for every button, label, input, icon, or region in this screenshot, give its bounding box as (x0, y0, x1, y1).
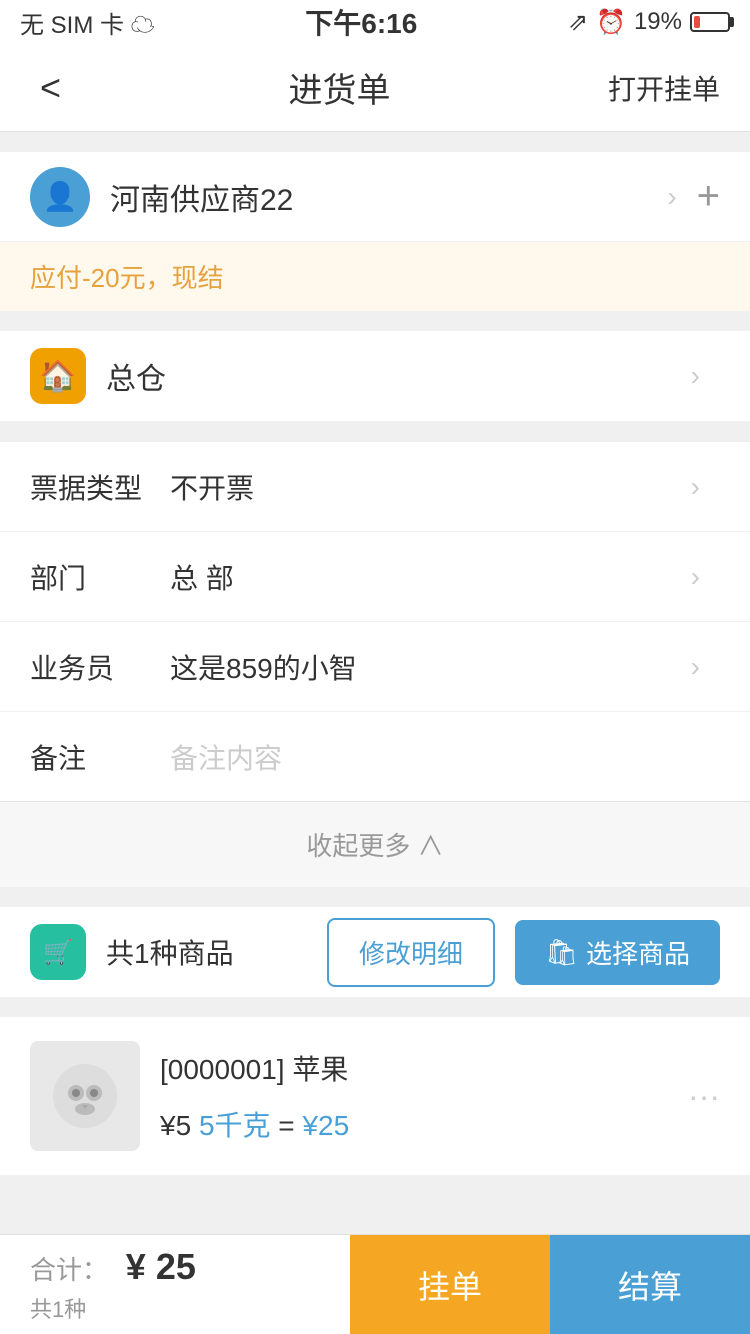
gap-2 (0, 311, 750, 331)
agent-arrow-icon: › (691, 651, 700, 683)
dept-row[interactable]: 部门 总 部 › (0, 531, 750, 621)
warehouse-section[interactable]: 🏠 总仓 › (0, 331, 750, 421)
supplier-row[interactable]: 👤 河南供应商22 › + (0, 152, 750, 242)
supplier-avatar: 👤 (30, 167, 90, 227)
remark-placeholder: 备注内容 (170, 737, 720, 777)
product-thumbnail (30, 1041, 140, 1151)
products-header: 🛒 共1种商品 修改明细 🛍 选择商品 (0, 907, 750, 997)
hang-button[interactable]: 挂单 (350, 1235, 550, 1334)
battery-text: 19% (634, 8, 682, 36)
equals-sign: = (278, 1110, 302, 1141)
warehouse-row[interactable]: 🏠 总仓 › (0, 331, 750, 421)
products-icon: 🛒 (30, 924, 86, 980)
invoice-value: 不开票 (170, 467, 691, 507)
dept-label: 部门 (30, 557, 170, 597)
add-supplier-button[interactable]: + (697, 174, 720, 219)
location-icon: ⇗ (568, 8, 588, 37)
gap-1 (0, 132, 750, 152)
agent-row[interactable]: 业务员 这是859的小智 › (0, 621, 750, 711)
page-title: 进货单 (289, 63, 391, 112)
invoice-row[interactable]: 票据类型 不开票 › (0, 441, 750, 531)
dept-arrow-icon: › (691, 561, 700, 593)
sim-status: 无 SIM 卡 ☁ (20, 5, 155, 40)
nav-bar: < 进货单 打开挂单 (0, 44, 750, 132)
agent-value: 这是859的小智 (170, 647, 691, 687)
supplier-name: 河南供应商22 (110, 175, 667, 219)
battery-icon (690, 12, 730, 32)
products-count: 共1种商品 (106, 932, 307, 972)
product-qty: 5千克 (199, 1110, 271, 1141)
open-pending-button[interactable]: 打开挂单 (608, 68, 720, 108)
checkout-button[interactable]: 结算 (550, 1235, 750, 1334)
product-info: [0000001] 苹果 ¥5 5千克 = ¥25 (160, 1048, 668, 1144)
owl-icon (50, 1061, 120, 1131)
warehouse-icon: 🏠 (30, 348, 86, 404)
cart-icon: 🛒 (43, 938, 73, 967)
total-section: 合计： ¥ 25 共1种 (0, 1246, 350, 1324)
product-code: [0000001] (160, 1054, 285, 1085)
status-right: ⇗ ⏰ 19% (568, 8, 730, 37)
supplier-arrow-icon: › (667, 181, 676, 213)
select-goods-label: 选择商品 (586, 934, 690, 971)
remark-row[interactable]: 备注 备注内容 (0, 711, 750, 801)
product-thumb-placeholder (41, 1052, 129, 1140)
avatar-icon: 👤 (43, 180, 78, 213)
form-section: 票据类型 不开票 › 部门 总 部 › 业务员 这是859的小智 › 备注 备注… (0, 441, 750, 801)
total-count: 共1种 (30, 1292, 320, 1324)
gap-3 (0, 421, 750, 441)
select-goods-button[interactable]: 🛍 选择商品 (515, 920, 720, 985)
edit-details-button[interactable]: 修改明细 (327, 918, 495, 987)
status-time: 下午6:16 (305, 2, 417, 42)
bottom-bar: 合计： ¥ 25 共1种 挂单 结算 (0, 1234, 750, 1334)
product-more-button[interactable]: ··· (688, 1078, 720, 1115)
product-price: ¥5 5千克 = ¥25 (160, 1104, 668, 1144)
dept-value: 总 部 (170, 557, 691, 597)
warehouse-name: 总仓 (106, 354, 691, 398)
status-left: 无 SIM 卡 ☁ (20, 5, 155, 40)
unit-price: ¥5 (160, 1110, 191, 1141)
product-total: ¥25 (302, 1110, 349, 1141)
total-amount: ¥ 25 (126, 1246, 196, 1287)
total-label: 合计： (30, 1255, 108, 1285)
status-bar: 无 SIM 卡 ☁ 下午6:16 ⇗ ⏰ 19% (0, 0, 750, 44)
warehouse-symbol: 🏠 (39, 359, 76, 394)
product-item: [0000001] 苹果 ¥5 5千克 = ¥25 ··· (0, 1017, 750, 1175)
supplier-section: 👤 河南供应商22 › + 应付-20元，现结 (0, 152, 750, 311)
product-name: [0000001] 苹果 (160, 1048, 668, 1088)
notice-bar: 应付-20元，现结 (0, 242, 750, 311)
alarm-icon: ⏰ (596, 8, 626, 37)
collapse-bar[interactable]: 收起更多 ∧ (0, 801, 750, 887)
gap-4 (0, 887, 750, 907)
select-goods-icon: 🛍 (545, 937, 578, 968)
back-button[interactable]: < (30, 57, 71, 119)
product-title: 苹果 (292, 1054, 348, 1085)
invoice-label: 票据类型 (30, 467, 170, 507)
warehouse-arrow-icon: › (691, 360, 700, 392)
invoice-arrow-icon: › (691, 471, 700, 503)
remark-label: 备注 (30, 737, 170, 777)
agent-label: 业务员 (30, 647, 170, 687)
